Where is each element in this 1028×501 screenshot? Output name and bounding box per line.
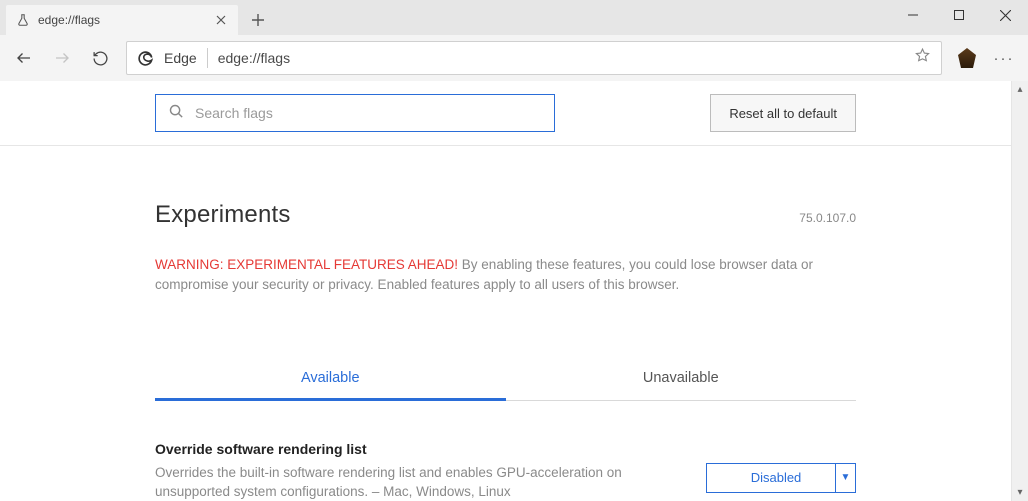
favorite-icon[interactable] bbox=[914, 47, 931, 69]
menu-button[interactable]: ··· bbox=[986, 40, 1022, 76]
flags-page: Reset all to default Experiments 75.0.10… bbox=[0, 81, 1011, 501]
brand-label: Edge bbox=[164, 50, 197, 66]
minimize-button[interactable] bbox=[890, 0, 936, 30]
chevron-down-icon: ▼ bbox=[835, 464, 855, 492]
flask-icon bbox=[16, 13, 30, 27]
url-text: edge://flags bbox=[218, 50, 290, 66]
toolbar: Edge edge://flags ··· bbox=[0, 35, 1028, 81]
flags-topbar: Reset all to default bbox=[0, 81, 1011, 146]
edge-icon bbox=[137, 50, 154, 67]
tab-strip: edge://flags bbox=[0, 0, 1028, 35]
profile-avatar[interactable] bbox=[950, 48, 984, 68]
back-button[interactable] bbox=[6, 40, 42, 76]
flag-text: Override software rendering list Overrid… bbox=[155, 441, 676, 501]
viewport: Reset all to default Experiments 75.0.10… bbox=[0, 81, 1028, 501]
address-bar[interactable]: Edge edge://flags bbox=[126, 41, 942, 75]
tab-available[interactable]: Available bbox=[155, 356, 506, 401]
maximize-button[interactable] bbox=[936, 0, 982, 30]
omnibox-divider bbox=[207, 48, 208, 68]
page-title: Experiments bbox=[155, 201, 291, 229]
close-icon[interactable] bbox=[214, 13, 228, 27]
warning-prefix: WARNING: EXPERIMENTAL FEATURES AHEAD! bbox=[155, 257, 458, 272]
new-tab-button[interactable] bbox=[244, 6, 272, 34]
flags-tabs: Available Unavailable bbox=[155, 356, 856, 401]
close-window-button[interactable] bbox=[982, 0, 1028, 30]
reset-button[interactable]: Reset all to default bbox=[710, 94, 856, 132]
tab-title: edge://flags bbox=[38, 13, 206, 27]
flags-content: Experiments 75.0.107.0 WARNING: EXPERIME… bbox=[0, 146, 1011, 501]
scroll-up-icon[interactable]: ▴ bbox=[1012, 81, 1028, 98]
flag-description: Overrides the built-in software renderin… bbox=[155, 463, 676, 501]
flag-item: Override software rendering list Overrid… bbox=[155, 441, 856, 501]
flag-select-value: Disabled bbox=[717, 470, 835, 485]
flag-title: Override software rendering list bbox=[155, 441, 676, 457]
search-input[interactable] bbox=[195, 105, 542, 121]
tab-flags[interactable]: edge://flags bbox=[6, 5, 238, 35]
flag-select[interactable]: Disabled ▼ bbox=[706, 463, 856, 493]
window-controls bbox=[890, 0, 1028, 32]
vertical-scrollbar[interactable]: ▴ ▾ bbox=[1011, 81, 1028, 501]
scroll-down-icon[interactable]: ▾ bbox=[1012, 484, 1028, 501]
reload-button[interactable] bbox=[82, 40, 118, 76]
forward-button[interactable] bbox=[44, 40, 80, 76]
version-label: 75.0.107.0 bbox=[799, 211, 856, 225]
browser-window: edge://flags bbox=[0, 0, 1028, 501]
warning-text: WARNING: EXPERIMENTAL FEATURES AHEAD! By… bbox=[155, 255, 856, 296]
search-input-wrap[interactable] bbox=[155, 94, 555, 132]
tab-unavailable[interactable]: Unavailable bbox=[506, 356, 857, 401]
search-icon bbox=[168, 103, 185, 123]
